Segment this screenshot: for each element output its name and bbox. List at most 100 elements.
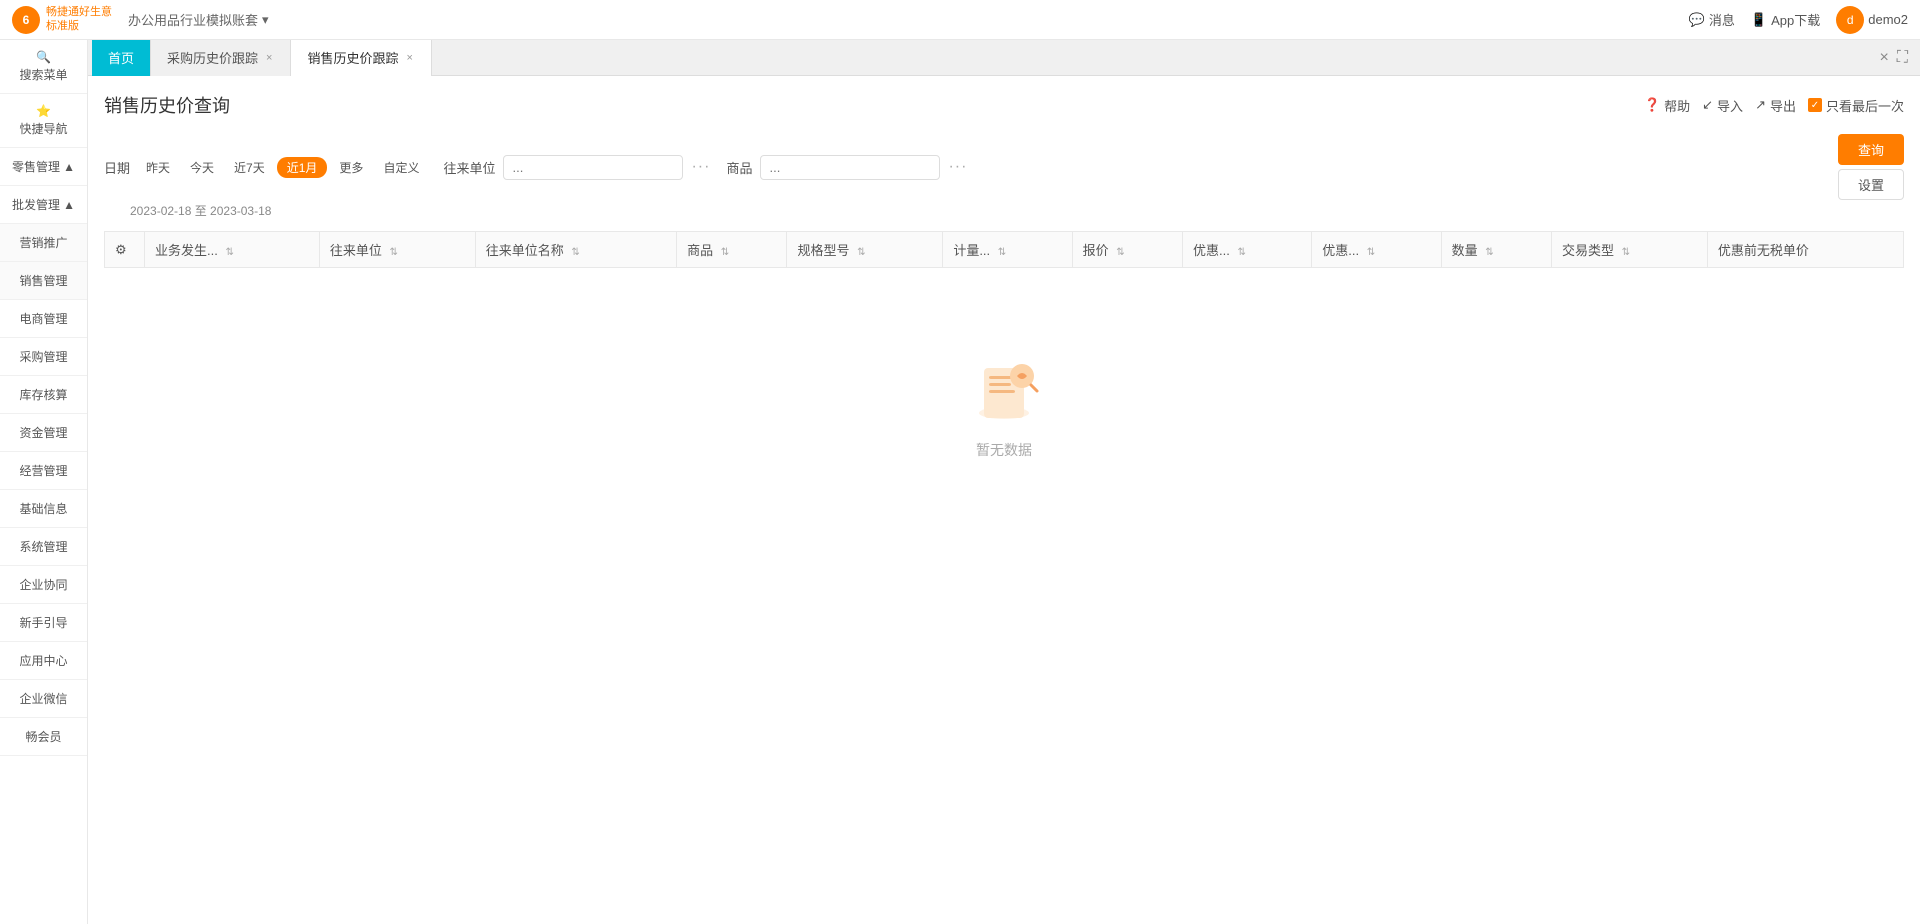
avatar: d [1836,6,1864,34]
goods-more-icon[interactable]: ··· [948,158,967,176]
tab-sales-close[interactable]: × [404,50,414,66]
sidebar-item-basics[interactable]: 基础信息 [0,490,87,528]
export-button[interactable]: ↗ 导出 [1755,96,1796,115]
arrow-up-icon: ▲ [63,198,75,212]
sidebar-item-operations[interactable]: 经营管理 [0,452,87,490]
partner-filter-group: 往来单位 ··· [443,155,710,180]
col-pre-tax[interactable]: 优惠前无税单价 [1707,232,1903,268]
date-btn-custom[interactable]: 自定义 [375,157,427,178]
sidebar-item-app-center[interactable]: 应用中心 [0,642,87,680]
sidebar-item-purchase[interactable]: 采购管理 [0,338,87,376]
filter-bar: 日期 昨天 今天 近7天 近1月 更多 自定义 往来单位 ·· [104,134,1904,200]
col-partner-code[interactable]: 往来单位 ⇅ [319,232,475,268]
col-goods[interactable]: 商品 ⇅ [677,232,787,268]
tab-close-action[interactable]: × [1879,49,1888,67]
import-button[interactable]: ↙ 导入 [1702,96,1743,115]
col-partner-name[interactable]: 往来单位名称 ⇅ [475,232,676,268]
sidebar-item-system[interactable]: 系统管理 [0,528,87,566]
table-container: ⚙ 业务发生... ⇅ 往来单位 ⇅ [104,231,1904,268]
date-btn-today[interactable]: 今天 [182,157,222,178]
main-layout: 🔍 搜索菜单 ⭐ 快捷导航 零售管理 ▲ 批发管理 ▲ 营销推广 销售管理 电商… [0,40,1920,924]
col-quantity[interactable]: 数量 ⇅ [1441,232,1551,268]
date-btn-1month[interactable]: 近1月 [277,157,328,178]
logo-icon: 6 [12,6,40,34]
date-btn-7days[interactable]: 近7天 [226,157,273,178]
col-spec[interactable]: 规格型号 ⇅ [787,232,943,268]
sort-icon: ⇅ [389,247,397,258]
chevron-down-icon: ▾ [262,12,269,28]
arrow-up-icon: ▲ [63,160,75,174]
sidebar-item-finance[interactable]: 资金管理 [0,414,87,452]
import-icon: ↙ [1702,97,1713,113]
message-icon: 💬 [1689,12,1705,28]
user-menu[interactable]: d demo2 [1836,6,1908,34]
page-header: 销售历史价查询 ❓ 帮助 ↙ 导入 ↗ 导出 [104,92,1904,118]
data-table: ⚙ 业务发生... ⇅ 往来单位 ⇅ [104,231,1904,268]
sort-icon: ⇅ [225,247,233,258]
col-trade-type[interactable]: 交易类型 ⇅ [1551,232,1707,268]
sidebar-item-member[interactable]: 畅会员 [0,718,87,756]
tab-sales-history[interactable]: 销售历史价跟踪 × [291,40,431,76]
sort-icon: ⇅ [571,247,579,258]
sort-icon: ⇅ [1622,247,1630,258]
table-header: ⚙ 业务发生... ⇅ 往来单位 ⇅ [105,232,1904,268]
sidebar-item-wechat[interactable]: 企业微信 [0,680,87,718]
sidebar-item-guide[interactable]: 新手引导 [0,604,87,642]
settings-button[interactable]: 设置 [1838,169,1904,200]
date-btn-more[interactable]: 更多 [331,157,371,178]
goods-input[interactable] [760,155,940,180]
page-header-actions: ❓ 帮助 ↙ 导入 ↗ 导出 ✓ 只看最后一次 [1644,96,1904,115]
top-bar: 6 畅捷通好生意 标准版 办公用品行业模拟账套 ▾ 💬 消息 📱 App下载 d… [0,0,1920,40]
checkbox-checked-icon: ✓ [1808,98,1822,112]
tab-purchase-close[interactable]: × [264,50,274,66]
logo-area: 6 畅捷通好生意 标准版 [12,6,112,34]
app-selector[interactable]: 办公用品行业模拟账套 ▾ [120,10,277,29]
sidebar-item-retail[interactable]: 零售管理 ▲ [0,148,87,186]
help-button[interactable]: ❓ 帮助 [1644,96,1690,115]
top-bar-right: 💬 消息 📱 App下载 d demo2 [1689,6,1908,34]
message-button[interactable]: 💬 消息 [1689,10,1735,29]
tab-purchase-history[interactable]: 采购历史价跟踪 × [151,40,291,76]
col-biz-date[interactable]: 业务发生... ⇅ [145,232,320,268]
col-settings[interactable]: ⚙ [105,232,145,268]
partner-more-icon[interactable]: ··· [691,158,710,176]
sort-icon: ⇅ [998,247,1006,258]
page-content: 销售历史价查询 ❓ 帮助 ↙ 导入 ↗ 导出 [88,76,1920,924]
col-discount2[interactable]: 优惠... ⇅ [1312,232,1441,268]
sidebar-item-search[interactable]: 🔍 搜索菜单 [0,40,87,94]
sidebar-item-inventory[interactable]: 库存核算 [0,376,87,414]
query-button[interactable]: 查询 [1838,134,1904,165]
col-unit[interactable]: 计量... ⇅ [943,232,1072,268]
col-discount1[interactable]: 优惠... ⇅ [1182,232,1311,268]
only-last-checkbox[interactable]: ✓ 只看最后一次 [1808,96,1904,115]
app-download-button[interactable]: 📱 App下载 [1751,10,1820,29]
date-range-display: 2023-02-18 至 2023-03-18 [104,202,1904,219]
sort-icon: ⇅ [857,247,865,258]
empty-state: 暂无数据 [104,268,1904,540]
sort-icon: ⇅ [721,247,729,258]
page-title: 销售历史价查询 [104,92,230,118]
date-filter-group: 日期 昨天 今天 近7天 近1月 更多 自定义 [104,157,427,178]
partner-input[interactable] [503,155,683,180]
nav-icon: ⭐ [36,104,51,118]
sidebar-item-quicknav[interactable]: ⭐ 快捷导航 [0,94,87,148]
tab-bar-actions: × ⛶ [1879,49,1916,67]
content-area: 首页 采购历史价跟踪 × 销售历史价跟踪 × × ⛶ 销售历史价查询 [88,40,1920,924]
col-quote[interactable]: 报价 ⇅ [1072,232,1182,268]
sort-icon: ⇅ [1367,247,1375,258]
tab-fullscreen-action[interactable]: ⛶ [1897,49,1908,67]
sort-icon: ⇅ [1485,247,1493,258]
sidebar-item-ecommerce[interactable]: 电商管理 [0,300,87,338]
sidebar-item-enterprise[interactable]: 企业协同 [0,566,87,604]
settings-icon[interactable]: ⚙ [115,242,127,257]
sidebar-item-marketing[interactable]: 营销推广 [0,224,87,262]
sidebar-item-wholesale[interactable]: 批发管理 ▲ [0,186,87,224]
tab-bar: 首页 采购历史价跟踪 × 销售历史价跟踪 × × ⛶ [88,40,1920,76]
search-icon: 🔍 [36,50,51,64]
date-options: 昨天 今天 近7天 近1月 更多 自定义 [138,157,427,178]
date-btn-yesterday[interactable]: 昨天 [138,157,178,178]
tab-home[interactable]: 首页 [92,40,151,76]
sidebar-item-sales[interactable]: 销售管理 [0,262,87,300]
empty-icon [964,348,1044,428]
sidebar: 🔍 搜索菜单 ⭐ 快捷导航 零售管理 ▲ 批发管理 ▲ 营销推广 销售管理 电商… [0,40,88,924]
